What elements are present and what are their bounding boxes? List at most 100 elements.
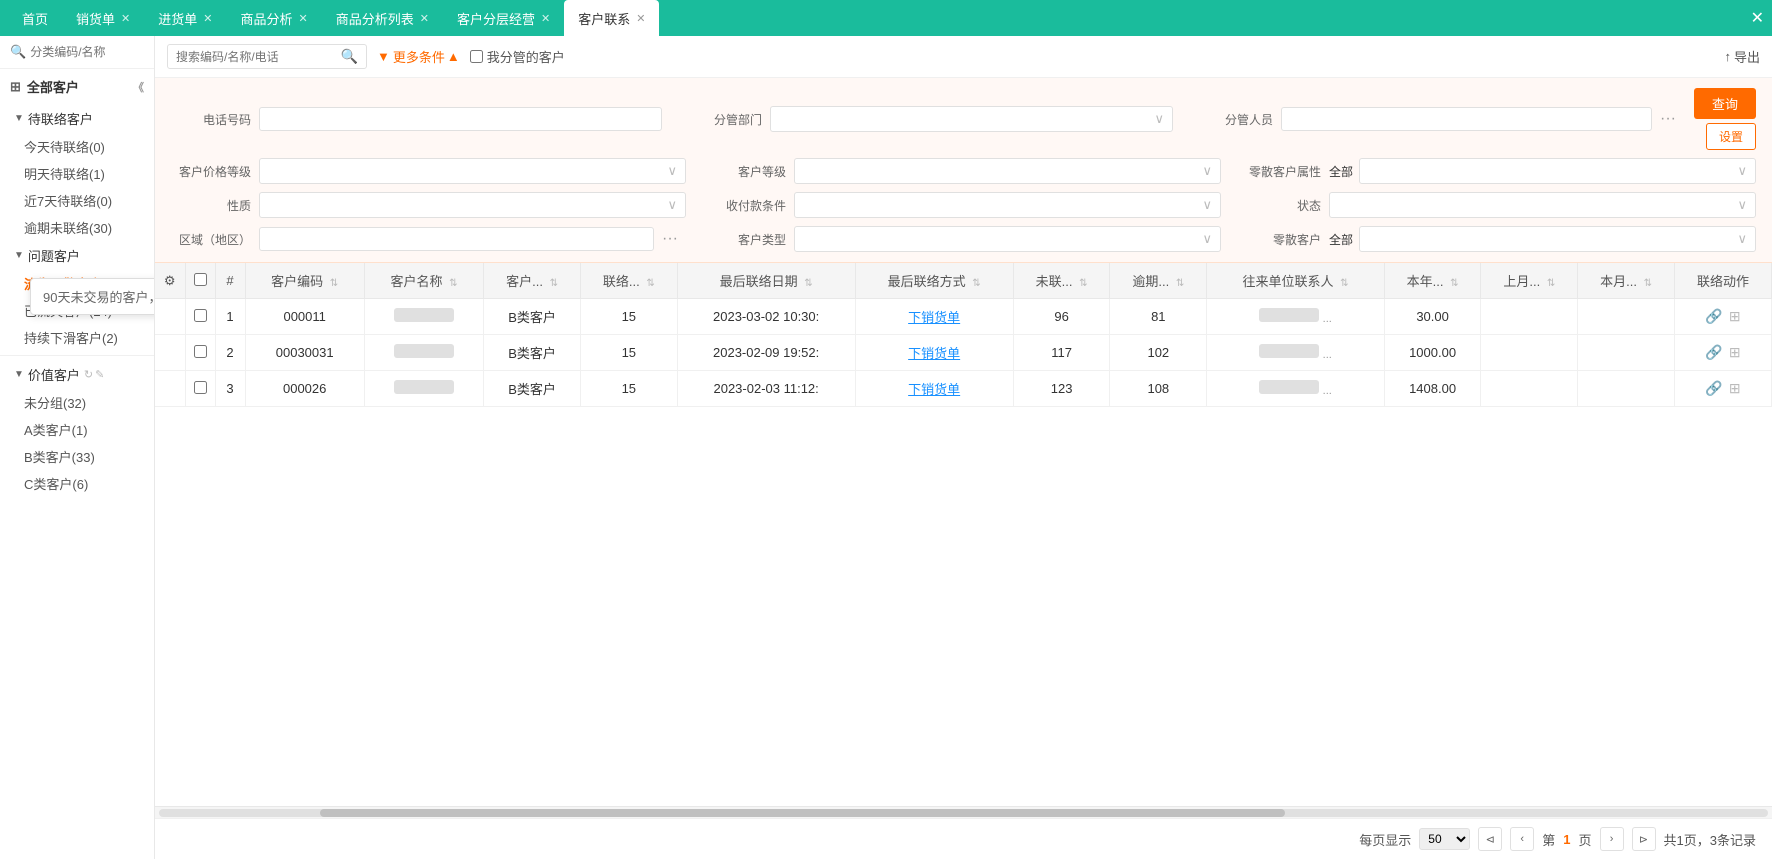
close-tab-goods-analysis-list[interactable]: ✕ [420,12,429,25]
close-tab-purchase[interactable]: ✕ [203,12,212,25]
tab-customer-contact[interactable]: 客户联系 ✕ [564,0,659,36]
row-checkbox-1[interactable] [194,345,207,358]
row-checkbox-2[interactable] [194,381,207,394]
tab-goods-analysis-list[interactable]: 商品分析列表 ✕ [322,0,443,36]
filter-my-checkbox[interactable] [470,50,483,63]
action-grid-icon-2[interactable]: ⊞ [1729,380,1741,397]
last-page-button[interactable]: ⊳ [1632,827,1656,851]
col-contact[interactable]: 联络... ⇅ [580,263,677,299]
prev-page-button[interactable]: ‹ [1510,827,1534,851]
sidebar-section-pending[interactable]: ▼ 待联络客户 [0,104,154,133]
col-this-month[interactable]: 本月... ⇅ [1578,263,1675,299]
tab-purchase[interactable]: 进货单 ✕ [144,0,226,36]
close-tab-sales[interactable]: ✕ [121,12,130,25]
tab-goods-analysis[interactable]: 商品分析 ✕ [226,0,321,36]
cell-name-1 [364,335,483,371]
tab-home[interactable]: 首页 [8,0,62,36]
action-link-icon-0[interactable]: 🔗 [1705,308,1722,325]
col-type[interactable]: 客户... ⇅ [484,263,581,299]
filter-input-region[interactable] [259,227,654,251]
scrollbar-thumb[interactable] [320,809,1285,817]
close-tab-customer-contact[interactable]: ✕ [636,12,645,25]
sidebar-item-tomorrow-contact[interactable]: 明天待联络(1) [0,160,154,187]
filter-select-zero-customer[interactable]: ∨ [1359,226,1756,252]
sidebar-item-ungroup[interactable]: 未分组(32) [0,389,154,416]
col-last-contact-date[interactable]: 最后联络日期 ⇅ [677,263,855,299]
cell-way-0[interactable]: 下销货单 [855,299,1013,335]
filter-search-input[interactable] [176,50,341,64]
sidebar-search-input[interactable] [30,45,144,59]
col-this-year[interactable]: 本年... ⇅ [1384,263,1481,299]
close-tab-goods-analysis[interactable]: ✕ [299,12,308,25]
col-settings[interactable]: ⚙ [155,263,185,299]
filter-search-box[interactable]: 🔍 [167,44,367,69]
cell-checkbox-1[interactable] [185,335,215,371]
cell-action-0[interactable]: 🔗 ⊞ [1674,299,1771,335]
sidebar-item-class-b[interactable]: B类客户(33) [0,443,154,470]
select-all-checkbox[interactable] [194,273,207,286]
cell-action-1[interactable]: 🔗 ⊞ [1674,335,1771,371]
per-page-select[interactable]: 50 20 100 [1419,828,1470,850]
action-link-icon-2[interactable]: 🔗 [1705,380,1722,397]
filter-select-status[interactable]: ∨ [1329,192,1756,218]
sidebar-item-overdue-contact[interactable]: 逾期未联络(30) [0,214,154,241]
table-container[interactable]: ⚙ # 客户编码 ⇅ 客户名称 ⇅ 客户... ⇅ [155,263,1772,806]
cell-checkbox-0[interactable] [185,299,215,335]
filter-select-payment[interactable]: ∨ [794,192,1221,218]
cell-link-way-1[interactable]: 下销货单 [908,346,960,361]
cell-action-2[interactable]: 🔗 ⊞ [1674,371,1771,407]
export-button[interactable]: ↑ 导出 [1724,47,1760,66]
filter-more-manager[interactable]: ··· [1652,110,1684,128]
next-page-button[interactable]: › [1600,827,1624,851]
row-checkbox-0[interactable] [194,309,207,322]
cell-checkbox-2[interactable] [185,371,215,407]
filter-search-button[interactable]: 🔍 [341,48,358,65]
col-last-contact-way[interactable]: 最后联络方式 ⇅ [855,263,1013,299]
sidebar-item-class-a[interactable]: A类客户(1) [0,416,154,443]
first-page-button[interactable]: ⊲ [1478,827,1502,851]
edit-icon[interactable]: ✎ [95,368,104,381]
col-contacts-person[interactable]: 往来单位联系人 ⇅ [1207,263,1385,299]
sidebar-item-declining[interactable]: 持续下滑客户(2) [0,324,154,351]
filter-input-phone[interactable] [259,107,662,131]
action-link-icon-1[interactable]: 🔗 [1705,344,1722,361]
col-last-month[interactable]: 上月... ⇅ [1481,263,1578,299]
filter-select-nature[interactable]: ∨ [259,192,686,218]
filter-select-customer-level[interactable]: ∨ [794,158,1221,184]
scrollbar-track[interactable] [159,809,1768,817]
col-uncontacted[interactable]: 未联... ⇅ [1013,263,1110,299]
filter-select-price-level[interactable]: ∨ [259,158,686,184]
sidebar-item-7day-contact[interactable]: 近7天待联络(0) [0,187,154,214]
cell-link-way-0[interactable]: 下销货单 [908,310,960,325]
close-tab-customer-tier[interactable]: ✕ [541,12,550,25]
sidebar-all-customers[interactable]: ⊞ 全部客户 《 [0,69,154,104]
col-code[interactable]: 客户编码 ⇅ [245,263,364,299]
sidebar-section-value[interactable]: ▼ 价值客户 ↻ ✎ [0,360,154,389]
sidebar-item-class-c[interactable]: C类客户(6) [0,470,154,497]
cell-way-2[interactable]: 下销货单 [855,371,1013,407]
col-checkbox[interactable] [185,263,215,299]
close-window-button[interactable]: ✕ [1751,8,1764,28]
refresh-icon[interactable]: ↻ [84,368,93,381]
horizontal-scrollbar[interactable] [155,806,1772,818]
filter-select-customer-type[interactable]: ∨ [794,226,1221,252]
tab-sales[interactable]: 销货单 ✕ [62,0,144,36]
filter-more-conditions[interactable]: ▼ 更多条件 ▲ [377,47,460,66]
filter-select-dept[interactable]: ∨ [770,106,1173,132]
sidebar-section-problem[interactable]: ▼ 问题客户 [0,241,154,270]
action-grid-icon-0[interactable]: ⊞ [1729,308,1741,325]
tab-customer-tier[interactable]: 客户分层经营 ✕ [443,0,564,36]
settings-button[interactable]: 设置 [1706,123,1756,150]
col-name[interactable]: 客户名称 ⇅ [364,263,483,299]
action-grid-icon-1[interactable]: ⊞ [1729,344,1741,361]
filter-more-region[interactable]: ··· [654,230,686,248]
sidebar-item-today-contact[interactable]: 今天待联络(0) [0,133,154,160]
cell-link-way-2[interactable]: 下销货单 [908,382,960,397]
filter-my-customers[interactable]: 我分管的客户 [470,47,565,66]
query-button[interactable]: 查询 [1694,88,1756,119]
filter-input-manager[interactable] [1281,107,1652,131]
filter-select-zero-attr[interactable]: ∨ [1359,158,1756,184]
cell-way-1[interactable]: 下销货单 [855,335,1013,371]
col-overdue[interactable]: 逾期... ⇅ [1110,263,1207,299]
sidebar-search-box[interactable]: 🔍 [0,36,154,69]
